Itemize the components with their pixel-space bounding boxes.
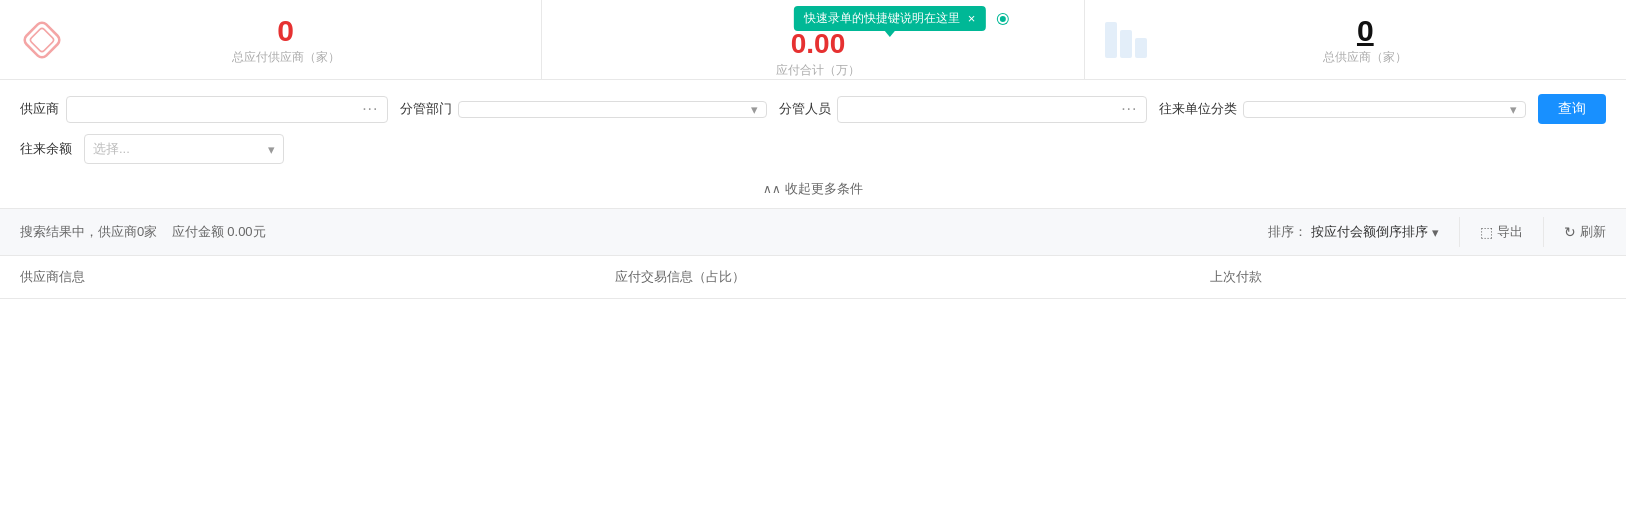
export-label: 导出: [1497, 223, 1523, 241]
department-select[interactable]: ▾: [458, 101, 768, 118]
person-input-wrapper[interactable]: ···: [837, 96, 1147, 123]
col-header-supplier: 供应商信息: [20, 268, 615, 286]
unit-category-placeholder: [1244, 104, 1503, 114]
result-amount: 应付金额 0.00元: [172, 224, 266, 239]
filter-area: 供应商 ··· 分管部门 ▾ 分管人员 ··· 往来单位分类: [0, 80, 1626, 209]
collapse-button[interactable]: ∧∧ 收起更多条件: [763, 180, 863, 198]
tooltip-close-icon[interactable]: ×: [968, 11, 976, 26]
quick-entry-tooltip: 快速录单的快捷键说明在这里 ×: [794, 6, 986, 31]
filter-supplier: 供应商 ···: [20, 96, 388, 123]
suppliers-count: 0: [277, 14, 294, 47]
sort-label-group: 排序： 按应付会额倒序排序 ▾: [1268, 223, 1439, 241]
unit-category-arrow-icon[interactable]: ▾: [1502, 102, 1525, 117]
total-suppliers-count[interactable]: 0: [1357, 14, 1374, 47]
refresh-icon: ↻: [1564, 224, 1576, 240]
total-suppliers-label: 总供应商（家）: [1323, 49, 1407, 66]
collapse-bar: ∧∧ 收起更多条件: [20, 174, 1606, 208]
result-actions: 排序： 按应付会额倒序排序 ▾ ⬚ 导出 ↻ 刷新: [1268, 217, 1606, 247]
suppliers-label: 总应付供应商（家）: [232, 49, 340, 66]
supplier-input[interactable]: [67, 97, 354, 122]
table-header: 供应商信息 应付交易信息（占比） 上次付款: [0, 256, 1626, 299]
sort-value[interactable]: 按应付会额倒序排序: [1311, 223, 1428, 241]
filter-person: 分管人员 ···: [779, 96, 1147, 123]
balance-arrow-icon[interactable]: ▾: [260, 142, 283, 157]
result-info: 搜索结果中，供应商0家 应付金额 0.00元: [20, 223, 266, 241]
balance-label: 往来余额: [20, 140, 72, 158]
stat-total-suppliers: 0 总供应商（家）: [1085, 0, 1626, 79]
department-placeholder: [459, 104, 744, 114]
person-input[interactable]: [838, 97, 1113, 122]
tooltip-text: 快速录单的快捷键说明在这里: [804, 10, 960, 27]
sort-prefix: 排序：: [1268, 223, 1307, 241]
department-label: 分管部门: [400, 100, 452, 118]
svg-rect-1: [29, 27, 54, 52]
filter-department: 分管部门 ▾: [400, 100, 768, 118]
diamond-icon: [20, 18, 64, 62]
filter-row-2: 往来余额 选择... ▾: [20, 134, 1606, 164]
stat-payable-total: 快速录单的快捷键说明在这里 × 0.00应付合计（万）: [542, 0, 1084, 79]
supplier-label: 供应商: [20, 100, 60, 118]
supplier-input-wrapper[interactable]: ···: [66, 96, 388, 123]
balance-placeholder: 选择...: [85, 135, 260, 163]
col-header-transaction: 应付交易信息（占比）: [615, 268, 1210, 286]
filter-row-1: 供应商 ··· 分管部门 ▾ 分管人员 ··· 往来单位分类: [20, 94, 1606, 124]
export-icon: ⬚: [1480, 224, 1493, 240]
stats-bar: 0 总应付供应商（家） 快速录单的快捷键说明在这里 × 0.00应付: [0, 0, 1626, 80]
divider-2: [1543, 217, 1544, 247]
col-header-lastpay: 上次付款: [1210, 268, 1607, 286]
unit-category-select[interactable]: ▾: [1243, 101, 1527, 118]
person-label: 分管人员: [779, 100, 831, 118]
export-button[interactable]: ⬚ 导出: [1480, 223, 1523, 241]
refresh-label: 刷新: [1580, 223, 1606, 241]
collapse-label: 收起更多条件: [785, 180, 863, 198]
person-more-icon[interactable]: ···: [1113, 100, 1145, 118]
refresh-button[interactable]: ↻ 刷新: [1564, 223, 1606, 241]
table-body: [0, 299, 1626, 515]
query-button[interactable]: 查询: [1538, 94, 1606, 124]
bg-decorative-bars: [1105, 22, 1147, 58]
collapse-up-icon: ∧∧: [763, 182, 781, 196]
stat-total-payable-suppliers: 0 总应付供应商（家）: [0, 0, 542, 79]
supplier-more-icon[interactable]: ···: [354, 100, 386, 118]
divider-1: [1459, 217, 1460, 247]
result-bar: 搜索结果中，供应商0家 应付金额 0.00元 排序： 按应付会额倒序排序 ▾ ⬚…: [0, 209, 1626, 256]
sort-arrow-icon[interactable]: ▾: [1432, 225, 1439, 240]
tooltip-indicator-dot: [997, 14, 1007, 24]
unit-category-label: 往来单位分类: [1159, 100, 1237, 118]
result-text: 搜索结果中，供应商0家: [20, 224, 157, 239]
department-arrow-icon[interactable]: ▾: [743, 102, 766, 117]
filter-unit-category: 往来单位分类 ▾: [1159, 100, 1527, 118]
balance-select[interactable]: 选择... ▾: [84, 134, 284, 164]
svg-rect-0: [22, 20, 62, 60]
